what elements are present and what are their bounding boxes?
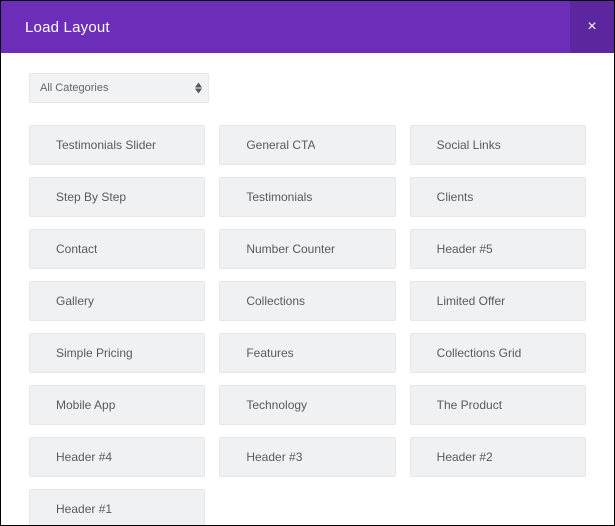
layout-item[interactable]: Social Links [410, 125, 586, 165]
load-layout-modal: Load Layout × All Categories Testimonial… [0, 0, 615, 526]
layout-item[interactable]: Gallery [29, 281, 205, 321]
updown-icon [195, 83, 202, 94]
layout-item-label: The Product [437, 398, 502, 412]
layout-item[interactable]: Header #2 [410, 437, 586, 477]
filter-row: All Categories [29, 73, 586, 107]
layout-item[interactable]: Header #1 [29, 489, 205, 525]
layout-item-label: Clients [437, 190, 474, 204]
layout-item[interactable]: Number Counter [219, 229, 395, 269]
layout-item-label: Mobile App [56, 398, 115, 412]
layout-item[interactable]: The Product [410, 385, 586, 425]
layout-item-label: Contact [56, 242, 97, 256]
layout-item-label: Header #2 [437, 450, 493, 464]
layout-item-label: Simple Pricing [56, 346, 133, 360]
modal-header: Load Layout × [1, 1, 614, 53]
category-select[interactable]: All Categories [29, 73, 209, 103]
layout-item-label: Collections Grid [437, 346, 522, 360]
layout-item-label: Number Counter [246, 242, 335, 256]
layout-grid: Testimonials Slider General CTA Social Lin… [29, 125, 586, 525]
category-select-value: All Categories [30, 74, 208, 102]
layout-item-label: Testimonials Slider [56, 138, 156, 152]
layout-item[interactable]: Features [219, 333, 395, 373]
layout-item[interactable]: Limited Offer [410, 281, 586, 321]
layout-item[interactable]: Clients [410, 177, 586, 217]
layout-item[interactable]: Technology [219, 385, 395, 425]
layout-item[interactable]: Header #3 [219, 437, 395, 477]
layout-item[interactable]: Step By Step [29, 177, 205, 217]
layout-item[interactable]: Testimonials Slider [29, 125, 205, 165]
layout-item[interactable]: Collections [219, 281, 395, 321]
layout-item[interactable]: Header #4 [29, 437, 205, 477]
modal-title: Load Layout [1, 19, 110, 36]
layout-item[interactable]: Collections Grid [410, 333, 586, 373]
layout-item-label: Header #4 [56, 450, 112, 464]
layout-item-label: Header #1 [56, 502, 112, 516]
modal-body: All Categories Testimonials Slider Genera… [1, 53, 614, 525]
layout-item-label: Social Links [437, 138, 501, 152]
layout-item-label: Header #5 [437, 242, 493, 256]
layout-item-label: Header #3 [246, 450, 302, 464]
layout-item-label: Gallery [56, 294, 94, 308]
layout-item[interactable]: Mobile App [29, 385, 205, 425]
layout-item-label: Technology [246, 398, 307, 412]
layout-item[interactable]: Header #5 [410, 229, 586, 269]
layout-item[interactable]: General CTA [219, 125, 395, 165]
layout-item-label: Limited Offer [437, 294, 505, 308]
layout-item[interactable]: Contact [29, 229, 205, 269]
layout-item[interactable]: Testimonials [219, 177, 395, 217]
layout-item-label: General CTA [246, 138, 315, 152]
layout-item-label: Collections [246, 294, 305, 308]
layout-item[interactable]: Simple Pricing [29, 333, 205, 373]
layout-item-label: Features [246, 346, 293, 360]
close-button[interactable]: × [570, 1, 614, 53]
close-icon: × [587, 18, 596, 36]
layout-item-label: Testimonials [246, 190, 312, 204]
layout-item-label: Step By Step [56, 190, 126, 204]
